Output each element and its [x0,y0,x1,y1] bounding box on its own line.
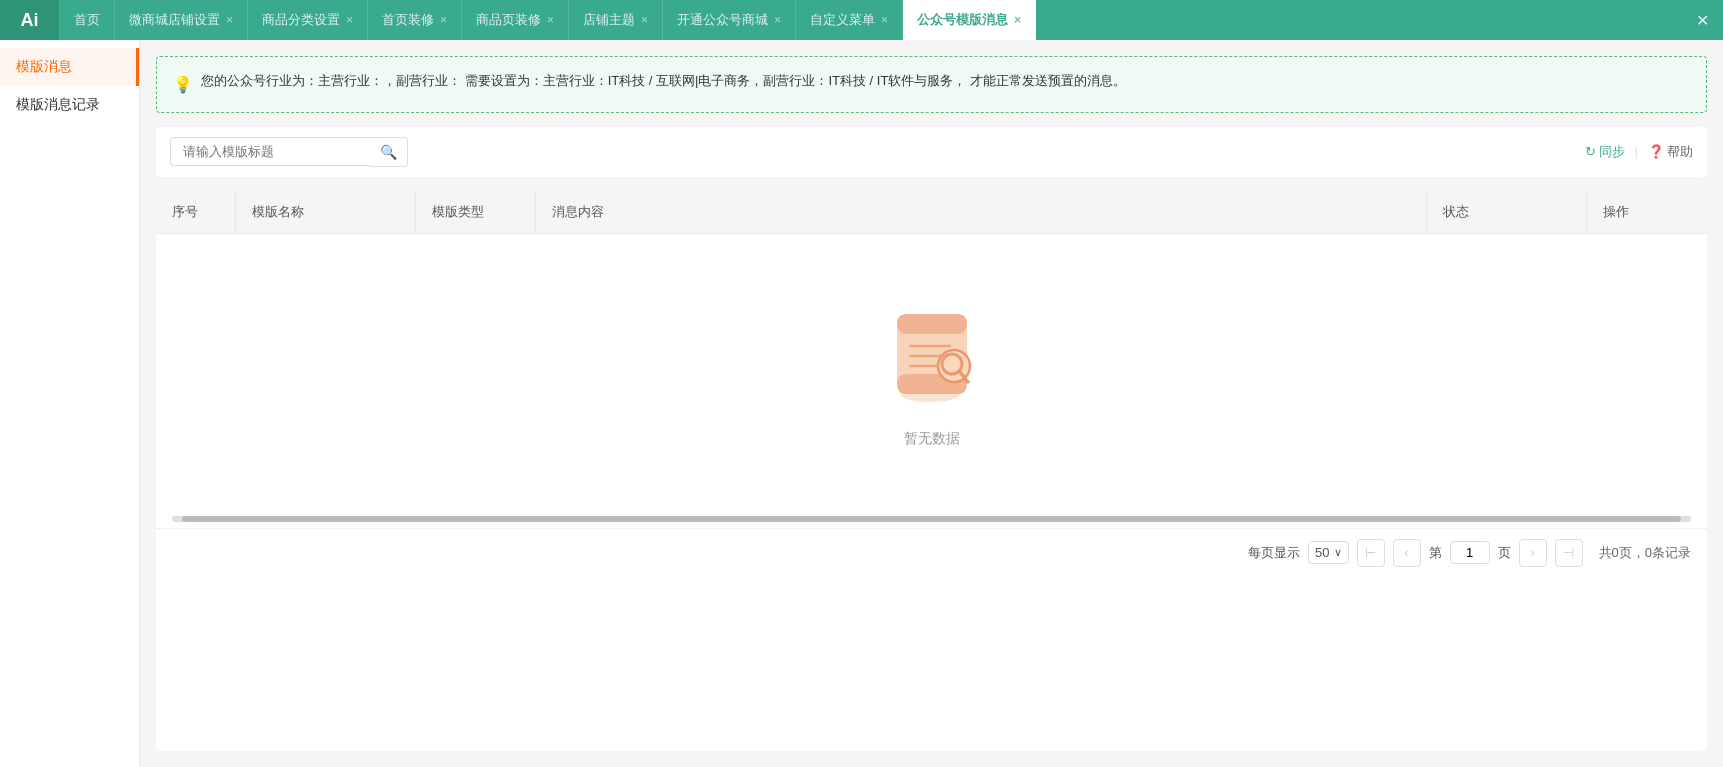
table-header-name: 模版名称 [236,191,416,233]
close-tab-shop-theme[interactable]: × [641,13,648,27]
sync-button[interactable]: ↻ 同步 [1585,143,1625,161]
first-page-button[interactable]: ⊢ [1357,539,1385,567]
close-tab-product-decor[interactable]: × [547,13,554,27]
nav-tab-category-settings[interactable]: 商品分类设置× [248,0,368,40]
chevron-down-icon: ∨ [1334,546,1342,559]
sidebar-item-template-msg[interactable]: 模版消息 [0,48,139,86]
notice-text: 您的公众号行业为：主营行业：，副营行业： 需要设置为：主营行业：IT科技 / 互… [201,71,1126,92]
nav-tab-home-decor[interactable]: 首页装修× [368,0,462,40]
table-header-status: 状态 [1427,191,1587,233]
last-page-button[interactable]: ⊣ [1555,539,1583,567]
table-header-content: 消息内容 [536,191,1427,233]
close-tab-shop-settings[interactable]: × [226,13,233,27]
table-header-type: 模版类型 [416,191,536,233]
sync-icon: ↻ [1585,144,1596,159]
sidebar: 模版消息模版消息记录 [0,40,140,767]
table-header: 序号模版名称模版类型消息内容状态操作 [156,191,1707,234]
sidebar-item-template-records[interactable]: 模版消息记录 [0,86,139,124]
scroll-track [172,516,1691,522]
close-all-button[interactable]: ✕ [1682,11,1723,30]
nav-tab-shop-settings[interactable]: 微商城店铺设置× [115,0,248,40]
sidebar-menu: 模版消息模版消息记录 [0,48,139,124]
pipe-divider: | [1635,144,1638,159]
page-size-label: 每页显示 [1248,544,1300,562]
close-tab-open-mall[interactable]: × [774,13,781,27]
data-table: 序号模版名称模版类型消息内容状态操作 [156,191,1707,751]
horizontal-scrollbar[interactable] [156,508,1707,528]
total-info: 共0页，0条记录 [1599,544,1691,562]
notice-highlight: 需要设置为：主营行业：IT科技 / 互联网|电子商务，副营行业：IT科技 / I… [465,73,967,88]
table-header-action: 操作 [1587,191,1707,233]
help-button[interactable]: ❓ 帮助 [1648,143,1693,161]
page-size-select[interactable]: 50 ∨ [1308,541,1348,564]
notice-box: 💡 您的公众号行业为：主营行业：，副营行业： 需要设置为：主营行业：IT科技 /… [156,56,1707,113]
next-page-button[interactable]: › [1519,539,1547,567]
search-right: ↻ 同步 | ❓ 帮助 [1585,143,1693,161]
empty-state: 暂无数据 [156,234,1707,508]
page-label-before: 第 [1429,544,1442,562]
prev-page-button[interactable]: ‹ [1393,539,1421,567]
search-input[interactable] [170,137,370,166]
empty-illustration [872,294,992,414]
main-content: 💡 您的公众号行业为：主营行业：，副营行业： 需要设置为：主营行业：IT科技 /… [140,40,1723,767]
page-number-input[interactable] [1450,541,1490,564]
nav-tab-open-mall[interactable]: 开通公众号商城× [663,0,796,40]
nav-tab-product-decor[interactable]: 商品页装修× [462,0,569,40]
nav-tab-shop-theme[interactable]: 店铺主题× [569,0,663,40]
notice-icon: 💡 [173,72,193,98]
help-icon: ❓ [1648,144,1664,159]
search-row: 🔍 ↻ 同步 | ❓ 帮助 [156,127,1707,177]
close-tab-home-decor[interactable]: × [440,13,447,27]
main-layout: 模版消息模版消息记录 💡 您的公众号行业为：主营行业：，副营行业： 需要设置为：… [0,40,1723,767]
search-left: 🔍 [170,137,408,167]
app-logo: Ai [0,0,60,40]
nav-tabs: 首页微商城店铺设置×商品分类设置×首页装修×商品页装修×店铺主题×开通公众号商城… [60,0,1682,40]
nav-tab-template-msg[interactable]: 公众号模版消息× [903,0,1036,40]
empty-text: 暂无数据 [904,430,960,448]
page-label-after: 页 [1498,544,1511,562]
scroll-thumb [182,516,1681,522]
nav-tab-custom-menu[interactable]: 自定义菜单× [796,0,903,40]
pagination: 每页显示 50 ∨ ⊢ ‹ 第 页 › ⊣ 共0页，0条记录 [156,528,1707,577]
close-tab-custom-menu[interactable]: × [881,13,888,27]
search-button[interactable]: 🔍 [370,137,408,167]
close-tab-category-settings[interactable]: × [346,13,353,27]
top-nav: Ai 首页微商城店铺设置×商品分类设置×首页装修×商品页装修×店铺主题×开通公众… [0,0,1723,40]
nav-tab-home[interactable]: 首页 [60,0,115,40]
close-tab-template-msg[interactable]: × [1014,13,1021,27]
table-header-index: 序号 [156,191,236,233]
